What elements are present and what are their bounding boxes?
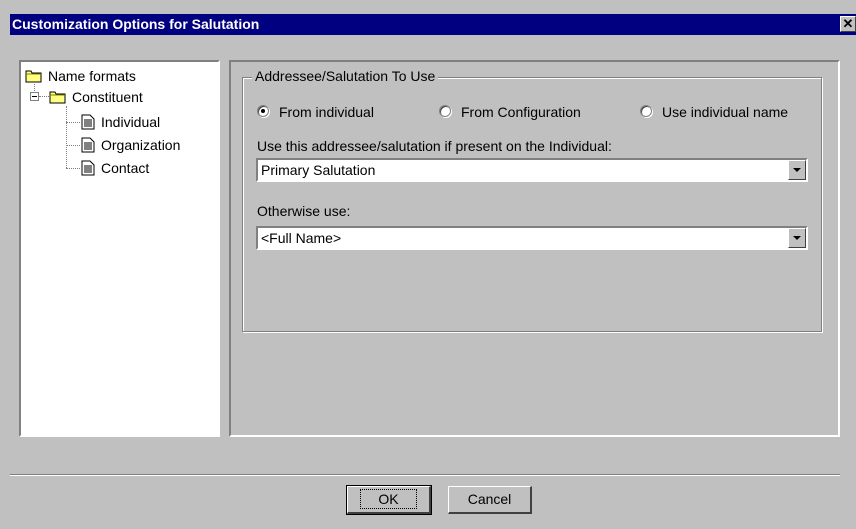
primary-salutation-label: Use this addressee/salutation if present… xyxy=(257,138,612,154)
radio-label: From Configuration xyxy=(461,104,581,120)
separator xyxy=(10,474,840,476)
tree-item-label: Contact xyxy=(101,160,150,176)
groupbox-title: Addressee/Salutation To Use xyxy=(252,66,439,86)
document-icon xyxy=(81,160,95,176)
cancel-label: Cancel xyxy=(467,491,512,507)
tree-item-label: Organization xyxy=(101,137,181,153)
folder-icon xyxy=(25,70,42,83)
close-icon: ✕ xyxy=(842,16,854,31)
cancel-button[interactable]: Cancel xyxy=(448,486,532,514)
ok-label: OK xyxy=(360,489,417,509)
title-bar[interactable]: Customization Options for Salutation ✕ xyxy=(10,14,856,35)
collapse-toggle[interactable] xyxy=(30,92,39,101)
radio-button[interactable] xyxy=(257,105,269,117)
window-title: Customization Options for Salutation xyxy=(12,16,260,32)
tree-view[interactable]: Name formats Constituent Individual Orga… xyxy=(19,60,220,437)
radio-label: From individual xyxy=(279,104,374,120)
document-icon xyxy=(81,114,95,130)
select-value: <Full Name> xyxy=(261,230,342,246)
select-value: Primary Salutation xyxy=(261,162,376,178)
dialog-window: Customization Options for Salutation ✕ N… xyxy=(0,0,856,529)
chevron-down-icon[interactable] xyxy=(788,228,806,248)
tree-item-label: Constituent xyxy=(72,89,143,105)
radio-button[interactable] xyxy=(640,105,652,117)
close-button[interactable]: ✕ xyxy=(840,16,856,32)
ok-button[interactable]: OK xyxy=(346,485,432,515)
primary-salutation-select[interactable]: Primary Salutation xyxy=(256,158,808,182)
otherwise-select[interactable]: <Full Name> xyxy=(256,226,808,250)
tree-item-label: Name formats xyxy=(48,68,136,84)
otherwise-label: Otherwise use: xyxy=(257,203,351,219)
folder-icon xyxy=(49,91,66,104)
tree-item-label: Individual xyxy=(101,114,161,130)
chevron-down-icon[interactable] xyxy=(788,160,806,180)
radio-button[interactable] xyxy=(439,105,451,117)
radio-label: Use individual name xyxy=(662,104,789,120)
document-icon xyxy=(81,137,95,153)
